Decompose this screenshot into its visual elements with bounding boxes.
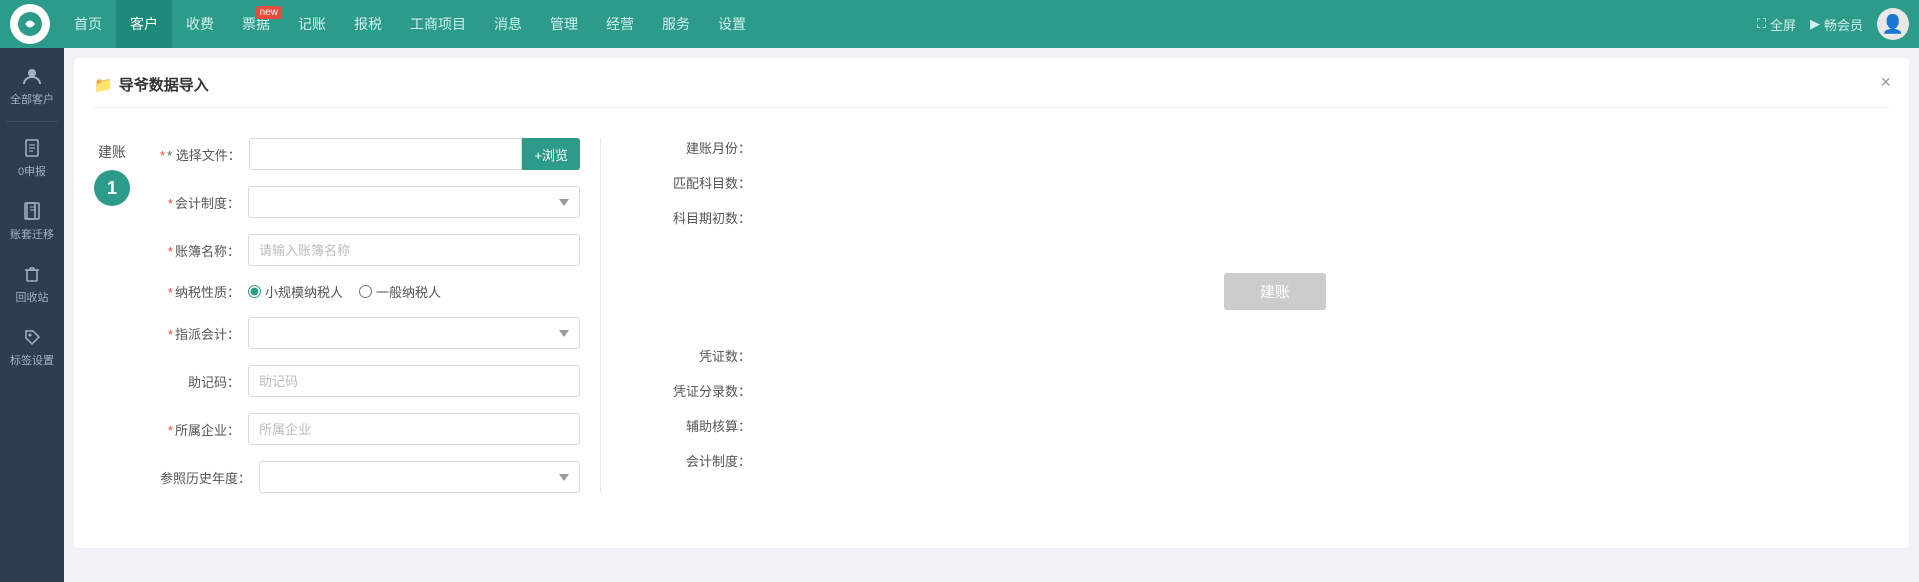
- voucher-entries-row: 凭证分录数：: [661, 381, 1889, 400]
- dialog-title: 📁 导爷数据导入: [94, 74, 1889, 108]
- file-input-group: +浏览: [249, 138, 580, 170]
- match-subject-row: 匹配科目数：: [661, 173, 1889, 192]
- accounting-label: *会计制度：: [160, 193, 240, 212]
- form-separator: [600, 138, 601, 493]
- nav-item-manage[interactable]: 管理: [536, 0, 592, 48]
- step-indicator: 建账 1: [94, 138, 130, 493]
- dialog-title-icon: 📁: [94, 76, 113, 94]
- file-icon: [20, 136, 44, 160]
- sidebar-item-account-migration[interactable]: 账套迁移: [0, 191, 64, 250]
- fullscreen-icon: ⛶: [1757, 16, 1766, 32]
- person-icon: [20, 64, 44, 88]
- voucher-entries-label: 凭证分录数：: [661, 381, 751, 400]
- new-badge: new: [256, 6, 282, 19]
- ledger-name-row: *账簿名称：: [160, 234, 580, 266]
- voucher-row: 凭证数：: [661, 346, 1889, 365]
- memo-label: 助记码：: [160, 372, 240, 391]
- sidebar-item-declarations[interactable]: 0申报: [0, 128, 64, 187]
- nav-item-message[interactable]: 消息: [480, 0, 536, 48]
- member-button[interactable]: ▶ 畅会员: [1810, 15, 1863, 34]
- dialog-card: 📁 导爷数据导入 × 建账 1 ** 选择文件：: [74, 58, 1909, 548]
- tax-general-radio[interactable]: [359, 285, 372, 298]
- nav-item-service[interactable]: 服务: [648, 0, 704, 48]
- sidebar-item-all-customers[interactable]: 全部客户: [0, 56, 64, 115]
- topnav-right: ⛶ 全屏 ▶ 畅会员 👤: [1757, 8, 1909, 40]
- month-row: 建账月份：: [661, 138, 1889, 157]
- month-label: 建账月份：: [661, 138, 751, 157]
- tax-small-scale[interactable]: 小规模纳税人: [248, 282, 343, 301]
- build-button[interactable]: 建账: [1224, 273, 1326, 310]
- history-year-label: 参照历史年度：: [160, 468, 251, 487]
- ledger-name-label: *账簿名称：: [160, 241, 240, 260]
- nav-item-home[interactable]: 首页: [60, 0, 116, 48]
- form-body: 建账 1 ** 选择文件： +浏览: [94, 128, 1889, 503]
- sidebar-item-recycle[interactable]: 回收站: [0, 254, 64, 313]
- accountant-select[interactable]: [248, 317, 580, 349]
- assist-calc-label: 辅助核算：: [661, 416, 751, 435]
- accounting-system-row: 会计制度：: [661, 451, 1889, 470]
- content-area: 📁 导爷数据导入 × 建账 1 ** 选择文件：: [64, 48, 1919, 582]
- tax-small-scale-radio[interactable]: [248, 285, 261, 298]
- ledger-name-input[interactable]: [248, 234, 580, 266]
- nav-item-business[interactable]: 工商项目: [396, 0, 480, 48]
- topnav: 首页 客户 收费 票据 new 记账 报税 工商项目 消息 管理 经营: [0, 0, 1919, 48]
- logo-icon: [17, 11, 43, 37]
- user-icon: 👤: [1882, 14, 1904, 35]
- nav-item-billing[interactable]: 收费: [172, 0, 228, 48]
- file-label: ** 选择文件：: [160, 145, 241, 164]
- accounting-select[interactable]: [248, 186, 580, 218]
- tax-type-radio-group: 小规模纳税人 一般纳税人: [248, 282, 441, 301]
- accountant-label: *指派会计：: [160, 324, 240, 343]
- subject-initial-label: 科目期初数：: [661, 208, 751, 227]
- accountant-row: *指派会计：: [160, 317, 580, 349]
- match-subject-label: 匹配科目数：: [661, 173, 751, 192]
- file-input[interactable]: [249, 138, 523, 170]
- book-icon: [20, 199, 44, 223]
- trash-icon: [20, 262, 44, 286]
- nav-item-settings[interactable]: 设置: [704, 0, 760, 48]
- history-year-row: 参照历史年度：: [160, 461, 580, 493]
- company-label: *所属企业：: [160, 420, 240, 439]
- app-logo: [10, 4, 50, 44]
- nav-item-ledger[interactable]: 记账: [284, 0, 340, 48]
- nav-item-customer[interactable]: 客户: [116, 0, 172, 48]
- subject-initial-row: 科目期初数：: [661, 208, 1889, 227]
- tax-type-label: *纳税性质：: [160, 282, 240, 301]
- company-row: *所属企业：: [160, 413, 580, 445]
- sidebar-item-tag-settings[interactable]: 标签设置: [0, 317, 64, 376]
- browse-button[interactable]: +浏览: [522, 138, 580, 170]
- main-layout: 全部客户 0申报 账套迁移 回收站 标签设置: [0, 48, 1919, 582]
- memo-input[interactable]: [248, 365, 580, 397]
- accounting-row: *会计制度：: [160, 186, 580, 218]
- company-input[interactable]: [248, 413, 580, 445]
- play-icon: ▶: [1810, 16, 1820, 32]
- fullscreen-button[interactable]: ⛶ 全屏: [1757, 15, 1796, 34]
- build-section: 建账: [661, 253, 1889, 330]
- voucher-label: 凭证数：: [661, 346, 751, 365]
- nav-item-invoice[interactable]: 票据 new: [228, 0, 284, 48]
- user-avatar[interactable]: 👤: [1877, 8, 1909, 40]
- tax-type-row: *纳税性质： 小规模纳税人 一般纳税人: [160, 282, 580, 301]
- accounting-system-label: 会计制度：: [661, 451, 751, 470]
- nav-menu: 首页 客户 收费 票据 new 记账 报税 工商项目 消息 管理 经营: [60, 0, 1757, 48]
- file-row: ** 选择文件： +浏览: [160, 138, 580, 170]
- form-right: 建账月份： 匹配科目数： 科目期初数： 建账: [621, 138, 1889, 493]
- tax-general[interactable]: 一般纳税人: [359, 282, 441, 301]
- history-year-select[interactable]: [259, 461, 580, 493]
- close-button[interactable]: ×: [1880, 72, 1891, 93]
- nav-item-tax[interactable]: 报税: [340, 0, 396, 48]
- sidebar: 全部客户 0申报 账套迁移 回收站 标签设置: [0, 48, 64, 582]
- nav-item-operation[interactable]: 经营: [592, 0, 648, 48]
- memo-row: 助记码：: [160, 365, 580, 397]
- assist-calc-row: 辅助核算：: [661, 416, 1889, 435]
- tag-icon: [20, 325, 44, 349]
- form-left: ** 选择文件： +浏览 *会计制度：: [160, 138, 580, 493]
